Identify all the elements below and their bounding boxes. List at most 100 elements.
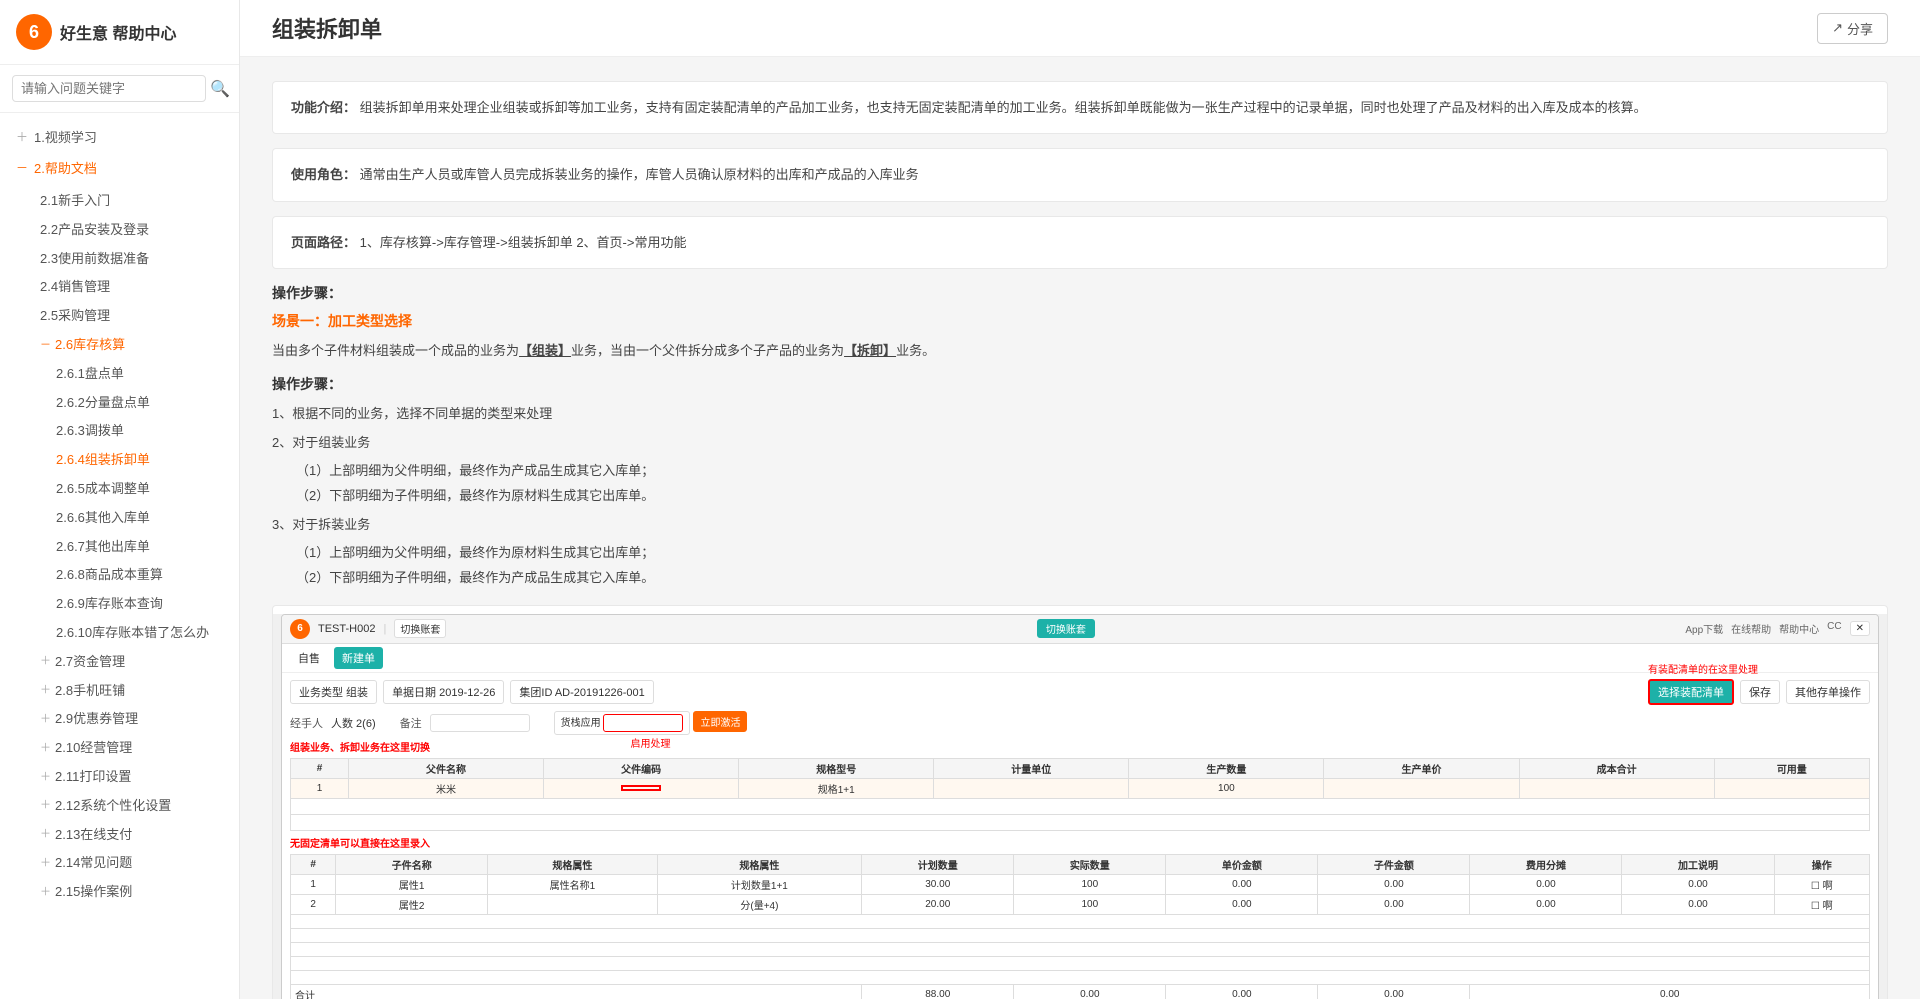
ops-label: 操作步骤：: [272, 283, 1888, 303]
lc1-name: 属性1: [336, 874, 488, 894]
sidebar-item-video[interactable]: ＋ 1.视频学习: [0, 121, 239, 152]
step2-sub2: （2）下部明细为子件明细，最终作为原材料生成其它出库单。: [272, 484, 1888, 509]
close-btn[interactable]: ✕: [1850, 621, 1870, 636]
lower-row-2: 2 属性2 分(量+4) 20.00 100 0.00 0.00 0.00: [291, 894, 1870, 914]
tab-zishou[interactable]: 自售: [290, 647, 328, 669]
logo-icon: 6: [16, 14, 52, 50]
lc1-spec: 计划数量1+1: [657, 874, 862, 894]
search-bar: 🔍: [0, 65, 239, 113]
sidebar-item-s211[interactable]: ＋ 2.11打印设置: [28, 763, 239, 792]
path-text: 1、库存核算->库存管理->组装拆卸单 2、首页->常用功能: [360, 235, 687, 250]
other-btn[interactable]: 其他存单操作: [1786, 680, 1870, 704]
sidebar-item-s262[interactable]: 2.6.2分量盘点单: [44, 389, 239, 418]
footer-total-label: 合计: [291, 984, 862, 999]
footer-actual: 0.00: [1014, 984, 1166, 999]
lc1-ops: ☐ 啊: [1774, 874, 1869, 894]
func-intro-label: 功能介绍：: [291, 100, 356, 115]
cc-link[interactable]: CC: [1827, 621, 1841, 636]
huozhan-input[interactable]: [603, 714, 683, 732]
help-center-link[interactable]: 帮助中心: [1779, 621, 1819, 636]
sidebar-item-s269[interactable]: 2.6.9库存账本查询: [44, 590, 239, 619]
sidebar-item-s212[interactable]: ＋ 2.12系统个性化设置: [28, 792, 239, 821]
col-num: #: [291, 758, 349, 778]
search-button[interactable]: 🔍: [210, 79, 230, 99]
app-logo: 6: [290, 619, 310, 639]
lr7-empty: [291, 970, 1870, 984]
sidebar-item-s263[interactable]: 2.6.3调拨单: [44, 417, 239, 446]
prev-order-btn[interactable]: 切换账套: [1037, 619, 1095, 638]
func-intro-text: 组装拆卸单用来处理企业组装或拆卸等加工业务，支持有固定装配清单的产品加工业务，也…: [360, 100, 1647, 115]
online-help-link[interactable]: 在线帮助: [1731, 621, 1771, 636]
lcol-child-code: 规格属性: [488, 854, 657, 874]
expand-s214-icon: ＋: [40, 855, 51, 873]
remark-input[interactable]: [430, 714, 530, 732]
select-bom-btn[interactable]: 选择装配清单: [1648, 679, 1734, 705]
lc1-plan: 30.00: [862, 874, 1014, 894]
top-bar: 组装拆卸单 ↗ 分享: [240, 0, 1920, 57]
main-content: 组装拆卸单 ↗ 分享 功能介绍： 组装拆卸单用来处理企业组装或拆卸等加工业务，支…: [240, 0, 1920, 999]
expand-s210-icon: ＋: [40, 740, 51, 758]
sidebar-item-s27[interactable]: ＋ 2.7资金管理: [28, 648, 239, 677]
sidebar-item-s210[interactable]: ＋ 2.10经营管理: [28, 734, 239, 763]
lcol-unit2: 费用分摊: [1470, 854, 1622, 874]
titlebar-center: 切换账套: [454, 619, 1677, 638]
collapse-s26-icon: －: [40, 337, 51, 355]
annotation4-label: 无固定清单可以直接在这里录入: [290, 835, 1870, 850]
sidebar-item-s21[interactable]: 2.1新手入门: [28, 187, 239, 216]
sidebar-item-s28[interactable]: ＋ 2.8手机旺铺: [28, 677, 239, 706]
row2-empty: [291, 798, 1870, 814]
sidebar-item-s261[interactable]: 2.6.1盘点单: [44, 360, 239, 389]
app-download-link[interactable]: App下载: [1685, 621, 1723, 636]
col-avail: 可用量: [1714, 758, 1869, 778]
table-row-3: [291, 814, 1870, 830]
cell-1-unit: [934, 778, 1129, 798]
role-label: 使用角色：: [291, 167, 356, 182]
cell-1-num: 1: [291, 778, 349, 798]
lc2-num: 2: [291, 894, 336, 914]
sidebar-item-s23[interactable]: 2.3使用前数据准备: [28, 245, 239, 274]
date-btn[interactable]: 单据日期 2019-12-26: [383, 680, 504, 704]
lower-row-3: [291, 914, 1870, 928]
content-area: 功能介绍： 组装拆卸单用来处理企业组装或拆卸等加工业务，支持有固定装配清单的产品…: [240, 57, 1920, 999]
sidebar-item-s266[interactable]: 2.6.6其他入库单: [44, 504, 239, 533]
sidebar-item-s265[interactable]: 2.6.5成本调整单: [44, 475, 239, 504]
handler-val: 人数 2(6): [331, 715, 376, 731]
sidebar-item-helpDoc[interactable]: － 2.帮助文档: [0, 152, 239, 183]
share-button[interactable]: ↗ 分享: [1817, 13, 1888, 44]
biztype-btn[interactable]: 业务类型 组装: [290, 680, 377, 704]
lc2-plan: 20.00: [862, 894, 1014, 914]
sidebar-item-s264[interactable]: 2.6.4组装拆卸单: [44, 446, 239, 475]
sidebar-item-s267[interactable]: 2.6.7其他出库单: [44, 533, 239, 562]
sidebar-item-s215[interactable]: ＋ 2.15操作案例: [28, 878, 239, 907]
sidebar-item-s213[interactable]: ＋ 2.13在线支付: [28, 821, 239, 850]
sidebar-item-s25[interactable]: 2.5采购管理: [28, 302, 239, 331]
lc1-unit: 0.00: [1470, 874, 1622, 894]
switch-account-btn[interactable]: 切换账套: [394, 619, 446, 638]
tab-xinjian[interactable]: 新建单: [334, 647, 383, 669]
lc2-actual: 100: [1014, 894, 1166, 914]
sidebar-item-s24[interactable]: 2.4销售管理: [28, 273, 239, 302]
groupid-btn[interactable]: 集团ID AD-20191226-001: [510, 680, 653, 704]
sidebar-item-s214[interactable]: ＋ 2.14常见问题: [28, 849, 239, 878]
activate-btn[interactable]: 立即激活: [693, 711, 747, 732]
search-input[interactable]: [12, 75, 206, 102]
save-btn[interactable]: 保存: [1740, 680, 1780, 704]
col-price: 生产单价: [1324, 758, 1519, 778]
footer-empty: 0.00: [1470, 984, 1870, 999]
lc2-unit: 0.00: [1470, 894, 1622, 914]
sidebar-item-s29[interactable]: ＋ 2.9优惠券管理: [28, 705, 239, 734]
step1: 1、根据不同的业务，选择不同单据的类型来处理: [272, 402, 1888, 427]
step3: 3、对于拆装业务: [272, 513, 1888, 538]
sidebar-item-s26[interactable]: － 2.6库存核算: [28, 331, 239, 360]
collapse-icon: －: [16, 159, 28, 176]
lc2-code: [488, 894, 657, 914]
expand-s27-icon: ＋: [40, 653, 51, 671]
sidebar-item-s22[interactable]: 2.2产品安装及登录: [28, 216, 239, 245]
lc2-price: 0.00: [1166, 894, 1318, 914]
lcol-actual: 实际数量: [1014, 854, 1166, 874]
step2: 2、对于组装业务: [272, 431, 1888, 456]
path-label: 页面路径：: [291, 235, 356, 250]
sidebar-item-s268[interactable]: 2.6.8商品成本重算: [44, 561, 239, 590]
sidebar-item-s2610[interactable]: 2.6.10库存账本错了怎么办: [44, 619, 239, 648]
lower-row-4: [291, 928, 1870, 942]
